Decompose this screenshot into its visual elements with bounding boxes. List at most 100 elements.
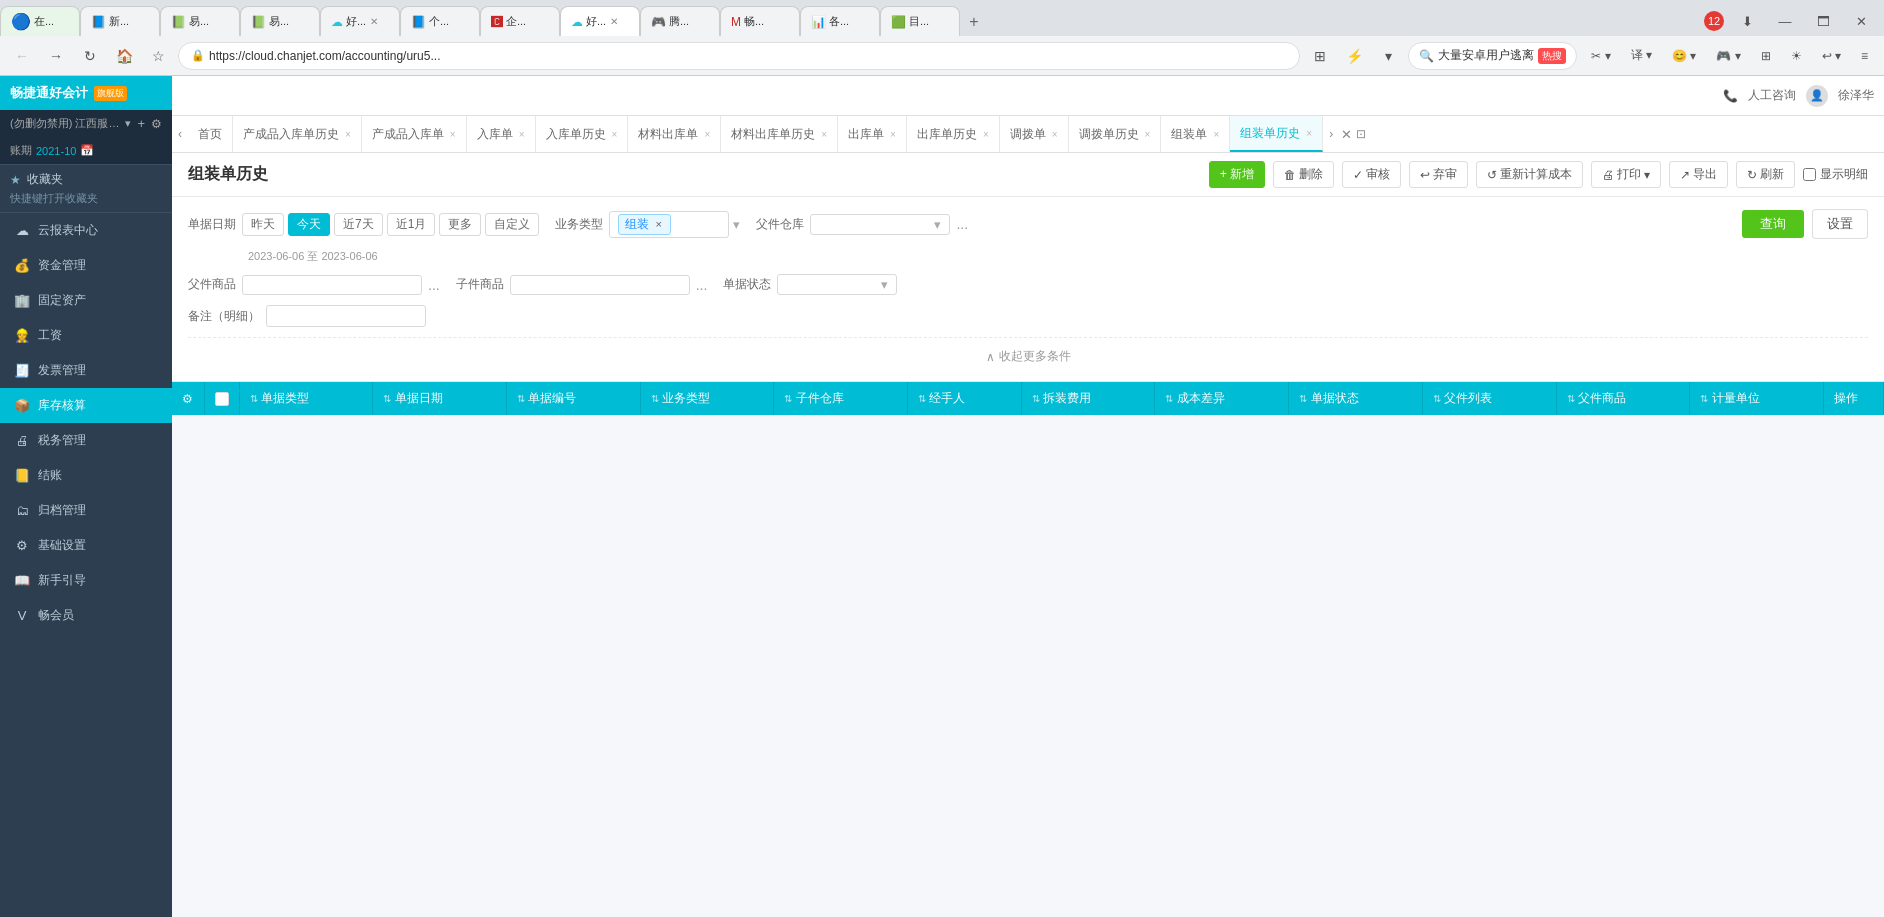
tab-transfer-history[interactable]: 调拨单历史 × (1069, 116, 1162, 152)
reload-button[interactable]: ↻ (76, 42, 104, 70)
tab-close-icon[interactable]: ✕ (370, 16, 378, 27)
forward-button[interactable]: → (42, 42, 70, 70)
grid-button[interactable]: ⊞ (1753, 42, 1779, 70)
biztype-input[interactable]: 组装 × (609, 211, 729, 238)
th-bill-type[interactable]: ⇅ 单据类型 (239, 382, 373, 415)
parent-goods-input[interactable] (242, 275, 422, 295)
parent-warehouse-input[interactable]: ▾ (810, 214, 950, 235)
browser-tab-11[interactable]: 🟩 目... (880, 6, 960, 36)
home-button[interactable]: 🏠 (110, 42, 138, 70)
sidebar-item-reports[interactable]: ☁ 云报表中心 (0, 213, 172, 248)
bill-status-select[interactable]: ▾ (777, 274, 897, 295)
browser-tab-6[interactable]: 🅲 企... (480, 6, 560, 36)
tab-inbound[interactable]: 入库单 × (467, 116, 536, 152)
undo-button[interactable]: ↩ ▾ (1814, 42, 1849, 70)
last7-button[interactable]: 近7天 (334, 213, 383, 236)
tabs-prev-arrow[interactable]: ‹ (172, 127, 188, 141)
refresh-button[interactable]: ↻ 刷新 (1736, 161, 1795, 188)
browser-tab-2[interactable]: 📗 易... (160, 6, 240, 36)
period-value[interactable]: 2021-10 (36, 145, 76, 157)
tab-close-material-out-history[interactable]: × (821, 129, 827, 140)
th-child-warehouse[interactable]: ⇅ 子件仓库 (774, 382, 908, 415)
sidebar-item-funds[interactable]: 💰 资金管理 (0, 248, 172, 283)
browser-tab-7-active[interactable]: ☁ 好... ✕ (560, 6, 640, 36)
column-settings-icon[interactable]: ⚙ (182, 392, 193, 406)
tabs-close-all[interactable]: ✕ (1341, 127, 1352, 142)
show-detail-checkbox-label[interactable]: 显示明细 (1803, 166, 1868, 183)
collapse-button[interactable]: ∧ 收起更多条件 (982, 344, 1075, 369)
filter-settings-button[interactable]: 设置 (1812, 209, 1868, 239)
tabs-next-arrow[interactable]: › (1323, 127, 1339, 141)
browser-tab-10[interactable]: 📊 各... (800, 6, 880, 36)
company-dropdown-icon[interactable]: ▾ (125, 117, 131, 130)
tab-close-inbound-history[interactable]: × (612, 129, 618, 140)
sidebar-item-archive[interactable]: 🗂 归档管理 (0, 493, 172, 528)
query-button[interactable]: 查询 (1742, 210, 1804, 238)
tab-produce-in-history[interactable]: 产成品入库单历史 × (233, 116, 362, 152)
browser-tab-chanjet[interactable]: 🔵 在... (0, 6, 80, 36)
print-button[interactable]: 🖨 打印 ▾ (1591, 161, 1661, 188)
sidebar-item-invoice[interactable]: 🧾 发票管理 (0, 353, 172, 388)
custom-date-button[interactable]: 自定义 (485, 213, 539, 236)
translate-button[interactable]: 译 ▾ (1623, 42, 1660, 70)
table-settings-col[interactable]: ⚙ (172, 382, 204, 415)
tab-close-inbound[interactable]: × (519, 129, 525, 140)
audit-button[interactable]: ✓ 审核 (1342, 161, 1401, 188)
th-cost-diff[interactable]: ⇅ 成本差异 (1155, 382, 1289, 415)
th-disassemble-fee[interactable]: ⇅ 拆装费用 (1021, 382, 1155, 415)
abandon-button[interactable]: ↩ 弃审 (1409, 161, 1468, 188)
calendar-icon[interactable]: 📅 (80, 144, 94, 157)
th-parent-goods[interactable]: ⇅ 父件商品 (1556, 382, 1690, 415)
tab-close-window-icon[interactable]: ✕ (1846, 6, 1876, 36)
new-button[interactable]: + 新增 (1209, 161, 1265, 188)
th-unit[interactable]: ⇅ 计量单位 (1690, 382, 1824, 415)
scissors-button[interactable]: ✂ ▾ (1583, 42, 1618, 70)
dropdown-button[interactable]: ▾ (1374, 42, 1402, 70)
tab-close-material-out[interactable]: × (704, 129, 710, 140)
brightness-button[interactable]: ☀ (1783, 42, 1810, 70)
tab-close-outbound[interactable]: × (890, 129, 896, 140)
th-biz-type[interactable]: ⇅ 业务类型 (640, 382, 774, 415)
tab-close-produce-in[interactable]: × (450, 129, 456, 140)
tab-close-outbound-history[interactable]: × (983, 129, 989, 140)
address-input[interactable]: 🔒 https://cloud.chanjet.com/accounting/u… (178, 42, 1300, 70)
biztype-tag-close[interactable]: × (653, 218, 663, 230)
add-company-icon[interactable]: + (137, 116, 145, 131)
sidebar-item-tax[interactable]: 🖨 税务管理 (0, 423, 172, 458)
browser-tab-9[interactable]: M 畅... (720, 6, 800, 36)
tab-minimize-icon[interactable]: — (1770, 6, 1800, 36)
service-label[interactable]: 人工咨询 (1748, 87, 1796, 104)
tab-close-assembly[interactable]: × (1213, 129, 1219, 140)
lightning-button[interactable]: ⚡ (1340, 42, 1368, 70)
sidebar-item-checkout[interactable]: 📒 结账 (0, 458, 172, 493)
sidebar-item-assets[interactable]: 🏢 固定资产 (0, 283, 172, 318)
child-goods-input[interactable] (510, 275, 690, 295)
tab-close-transfer[interactable]: × (1052, 129, 1058, 140)
remark-input[interactable] (266, 305, 426, 327)
tab-assembly[interactable]: 组装单 × (1161, 116, 1230, 152)
tabs-more-icon[interactable]: ⊡ (1356, 127, 1366, 141)
browser-tab-1[interactable]: 📘 新... (80, 6, 160, 36)
th-bill-status[interactable]: ⇅ 单据状态 (1289, 382, 1423, 415)
parent-goods-dots[interactable]: ... (428, 277, 440, 293)
biztype-dropdown-icon[interactable]: ▾ (733, 217, 740, 232)
tab-close-produce-in-history[interactable]: × (345, 129, 351, 140)
th-bill-no[interactable]: ⇅ 单据编号 (506, 382, 640, 415)
new-tab-button[interactable]: + (960, 8, 988, 36)
apps-button[interactable]: ⊞ (1306, 42, 1334, 70)
back-button[interactable]: ← (8, 42, 36, 70)
tab-material-out-history[interactable]: 材料出库单历史 × (721, 116, 838, 152)
tab-transfer[interactable]: 调拨单 × (1000, 116, 1069, 152)
today-button[interactable]: 今天 (288, 213, 330, 236)
tab-outbound[interactable]: 出库单 × (838, 116, 907, 152)
sidebar-item-member[interactable]: V 畅会员 (0, 598, 172, 633)
table-check-col[interactable] (204, 382, 239, 415)
sidebar-item-guide[interactable]: 📖 新手引导 (0, 563, 172, 598)
th-bill-date[interactable]: ⇅ 单据日期 (373, 382, 507, 415)
browser-tab-4[interactable]: ☁ 好... ✕ (320, 6, 400, 36)
sidebar-item-settings[interactable]: ⚙ 基础设置 (0, 528, 172, 563)
quick-open-label[interactable]: 快捷键打开收藏夹 (10, 191, 162, 206)
browser-tab-5[interactable]: 📘 个... (400, 6, 480, 36)
child-goods-dots[interactable]: ... (696, 277, 708, 293)
show-detail-checkbox[interactable] (1803, 168, 1816, 181)
